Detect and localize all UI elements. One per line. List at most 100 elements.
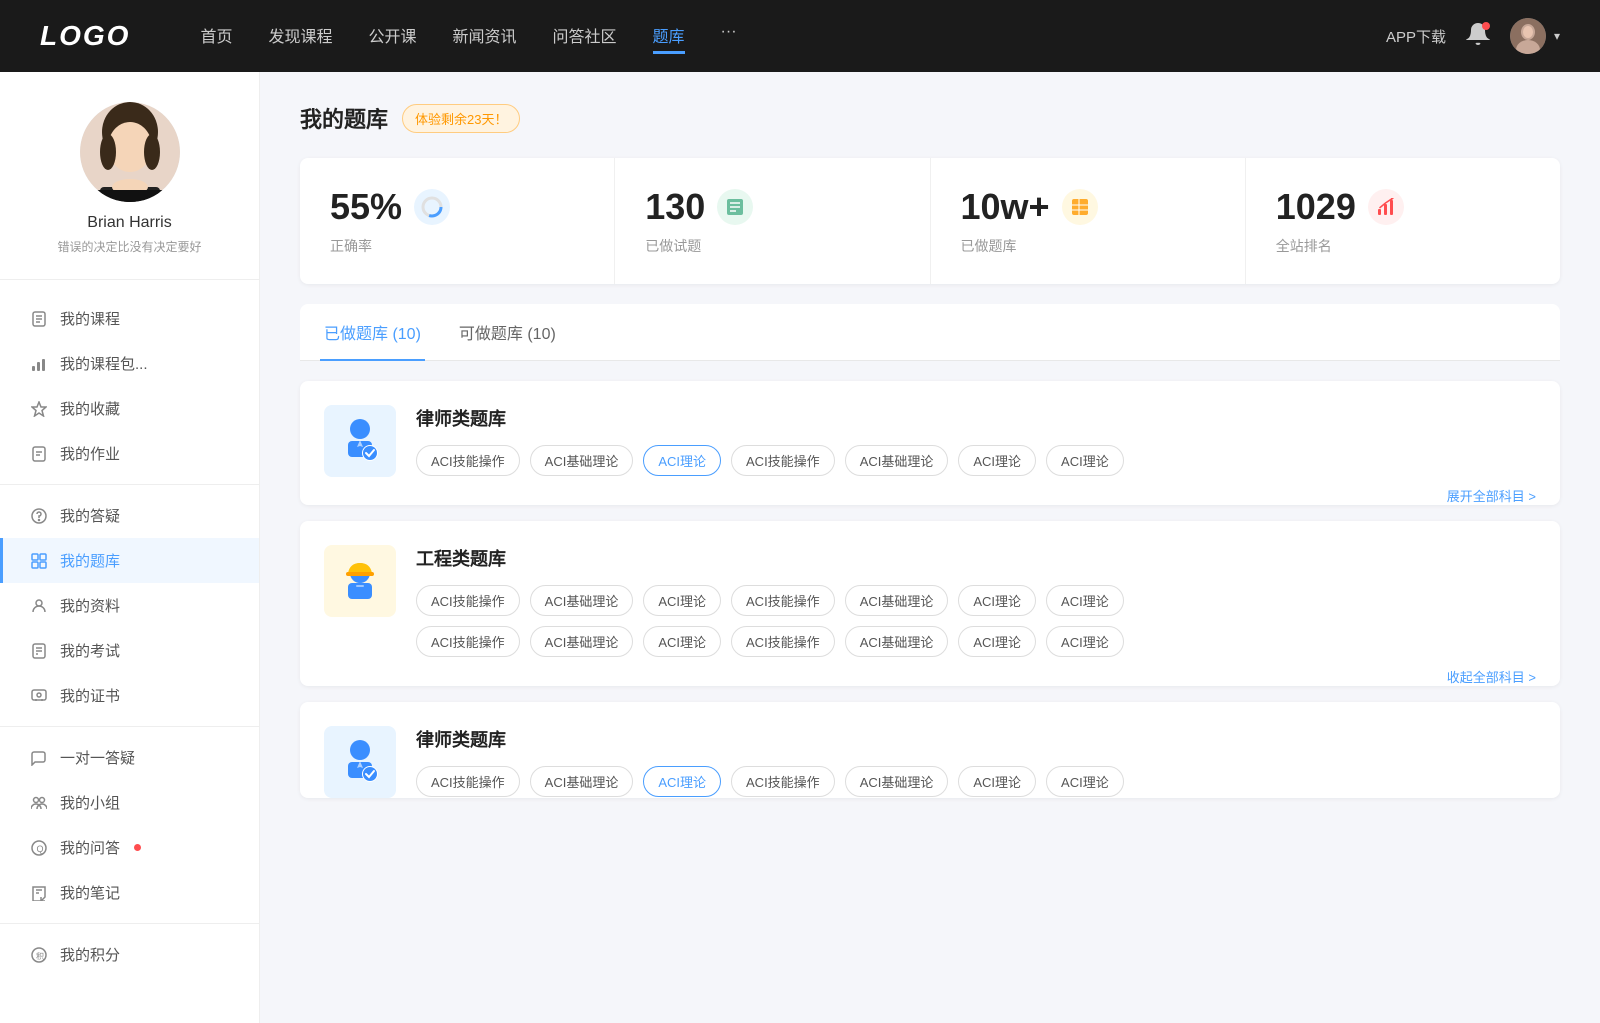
nav-item-opencourse[interactable]: 公开课	[368, 19, 416, 54]
qbank-tag[interactable]: ACI理论	[1046, 766, 1124, 797]
nav-item-news[interactable]: 新闻资讯	[453, 19, 517, 54]
nav-menu: 首页 发现课程 公开课 新闻资讯 问答社区 题库 ···	[200, 19, 1346, 54]
main-content: 我的题库 体验剩余23天！ 55% 正确率	[260, 72, 1600, 1023]
user-avatar	[80, 102, 180, 202]
sidebar-item-notes[interactable]: 我的笔记	[0, 870, 259, 915]
sidebar-item-qbank[interactable]: 我的题库	[0, 538, 259, 583]
qbank-tag[interactable]: ACI技能操作	[731, 626, 835, 657]
stat-accuracy: 55% 正确率	[300, 158, 615, 284]
qbank-tag[interactable]: ACI基础理论	[845, 766, 949, 797]
sidebar-item-myqa[interactable]: Q 我的问答	[0, 825, 259, 870]
qbank-tags-lawyer-1: ACI技能操作 ACI基础理论 ACI理论 ACI技能操作 ACI基础理论 AC…	[416, 445, 1536, 476]
qbank-tag[interactable]: ACI基础理论	[845, 445, 949, 476]
qbank-tag[interactable]: ACI基础理论	[530, 445, 634, 476]
qbank-header-lawyer-2: 律师类题库 ACI技能操作 ACI基础理论 ACI理论 ACI技能操作 ACI基…	[300, 702, 1560, 798]
collapse-button-engineer[interactable]: 收起全部科目 >	[416, 667, 1536, 686]
nav-item-qbank[interactable]: 题库	[653, 19, 685, 54]
note-icon	[30, 884, 48, 902]
sidebar-label: 我的收藏	[60, 398, 120, 419]
qbank-tag[interactable]: ACI理论	[958, 445, 1036, 476]
chat-icon	[30, 749, 48, 767]
qbank-title-lawyer-2: 律师类题库	[416, 726, 1536, 752]
qbank-tag[interactable]: ACI基础理论	[845, 585, 949, 616]
qbank-header: 律师类题库 ACI技能操作 ACI基础理论 ACI理论 ACI技能操作 ACI基…	[300, 381, 1560, 505]
page-header: 我的题库 体验剩余23天！	[300, 102, 1560, 134]
trial-badge: 体验剩余23天！	[402, 104, 520, 133]
qbank-tag[interactable]: ACI理论	[1046, 445, 1124, 476]
sidebar-label: 我的作业	[60, 443, 120, 464]
qbank-tag[interactable]: ACI技能操作	[731, 445, 835, 476]
tab-available-banks[interactable]: 可做题库 (10)	[455, 304, 560, 360]
qbank-icon-lawyer-2	[324, 726, 396, 798]
bar-icon	[30, 355, 48, 373]
list-icon	[717, 189, 753, 225]
notification-bell[interactable]	[1466, 22, 1490, 51]
coin-icon: 积	[30, 946, 48, 964]
sidebar-item-exam[interactable]: 我的考试	[0, 628, 259, 673]
sidebar-label: 一对一答疑	[60, 747, 135, 768]
stat-value-banks: 10w+	[961, 186, 1050, 228]
sidebar-item-group[interactable]: 我的小组	[0, 780, 259, 825]
tab-bar: 已做题库 (10) 可做题库 (10)	[300, 304, 1560, 361]
question-icon	[30, 507, 48, 525]
tab-done-banks[interactable]: 已做题库 (10)	[320, 304, 425, 360]
qbank-tag[interactable]: ACI基础理论	[530, 585, 634, 616]
qbank-card-engineer: 工程类题库 ACI技能操作 ACI基础理论 ACI理论 ACI技能操作 ACI基…	[300, 521, 1560, 686]
sidebar-divider	[0, 484, 259, 485]
chevron-down-icon: ▾	[1554, 29, 1560, 43]
nav-item-discover[interactable]: 发现课程	[268, 19, 332, 54]
qbank-tag[interactable]: ACI基础理论	[530, 766, 634, 797]
qbank-tag[interactable]: ACI理论	[958, 585, 1036, 616]
sidebar-item-homework[interactable]: 我的作业	[0, 431, 259, 476]
sidebar-divider3	[0, 923, 259, 924]
sidebar-item-tutoring[interactable]: 一对一答疑	[0, 735, 259, 780]
file-icon	[30, 310, 48, 328]
qbank-tag-active[interactable]: ACI理论	[643, 766, 721, 797]
logo: LOGO	[40, 20, 130, 52]
nav-item-home[interactable]: 首页	[200, 19, 232, 54]
nav-item-more[interactable]: ···	[721, 19, 737, 54]
qbank-body-lawyer-2: 律师类题库 ACI技能操作 ACI基础理论 ACI理论 ACI技能操作 ACI基…	[416, 726, 1536, 797]
chart-icon	[1368, 189, 1404, 225]
people-icon	[30, 597, 48, 615]
qbank-tag[interactable]: ACI技能操作	[416, 585, 520, 616]
qbank-tag[interactable]: ACI技能操作	[416, 626, 520, 657]
sidebar-label: 我的问答	[60, 837, 120, 858]
qa-badge-dot	[134, 844, 141, 851]
sidebar-item-coursepack[interactable]: 我的课程包...	[0, 341, 259, 386]
user-avatar-menu[interactable]: ▾	[1510, 18, 1560, 54]
qbank-tag-active[interactable]: ACI理论	[643, 445, 721, 476]
sidebar-item-cert[interactable]: 我的证书	[0, 673, 259, 718]
qbank-tag[interactable]: ACI理论	[1046, 626, 1124, 657]
expand-button-lawyer-1[interactable]: 展开全部科目 >	[416, 486, 1536, 505]
sidebar-label: 我的小组	[60, 792, 120, 813]
svg-text:积: 积	[36, 951, 44, 961]
qbank-tag[interactable]: ACI理论	[1046, 585, 1124, 616]
stat-top: 55%	[330, 186, 584, 228]
sidebar-item-profile[interactable]: 我的资料	[0, 583, 259, 628]
sidebar-label: 我的课程	[60, 308, 120, 329]
sidebar-item-points[interactable]: 积 我的积分	[0, 932, 259, 977]
qbank-tag[interactable]: ACI理论	[643, 626, 721, 657]
qbank-tag[interactable]: ACI技能操作	[731, 766, 835, 797]
qbank-tag[interactable]: ACI技能操作	[731, 585, 835, 616]
qbank-tag[interactable]: ACI基础理论	[845, 626, 949, 657]
qbank-tag[interactable]: ACI理论	[643, 585, 721, 616]
qbank-tag[interactable]: ACI基础理论	[530, 626, 634, 657]
qbank-card-lawyer-1: 律师类题库 ACI技能操作 ACI基础理论 ACI理论 ACI技能操作 ACI基…	[300, 381, 1560, 505]
user-name: Brian Harris	[87, 214, 171, 232]
sidebar-item-answers[interactable]: 我的答疑	[0, 493, 259, 538]
qbank-tag[interactable]: ACI技能操作	[416, 766, 520, 797]
qbank-tags-engineer-row2: ACI技能操作 ACI基础理论 ACI理论 ACI技能操作 ACI基础理论 AC…	[416, 626, 1536, 657]
nav-item-qa[interactable]: 问答社区	[553, 19, 617, 54]
sidebar-label: 我的积分	[60, 944, 120, 965]
qbank-tag[interactable]: ACI理论	[958, 626, 1036, 657]
sidebar-item-favorites[interactable]: 我的收藏	[0, 386, 259, 431]
stat-value-rank: 1029	[1276, 186, 1356, 228]
qbank-tag[interactable]: ACI理论	[958, 766, 1036, 797]
sidebar-item-mycourse[interactable]: 我的课程	[0, 296, 259, 341]
nav-right-area: APP下载 ▾	[1386, 18, 1560, 54]
app-download-link[interactable]: APP下载	[1386, 26, 1446, 47]
qbank-icon-lawyer	[324, 405, 396, 477]
qbank-tag[interactable]: ACI技能操作	[416, 445, 520, 476]
